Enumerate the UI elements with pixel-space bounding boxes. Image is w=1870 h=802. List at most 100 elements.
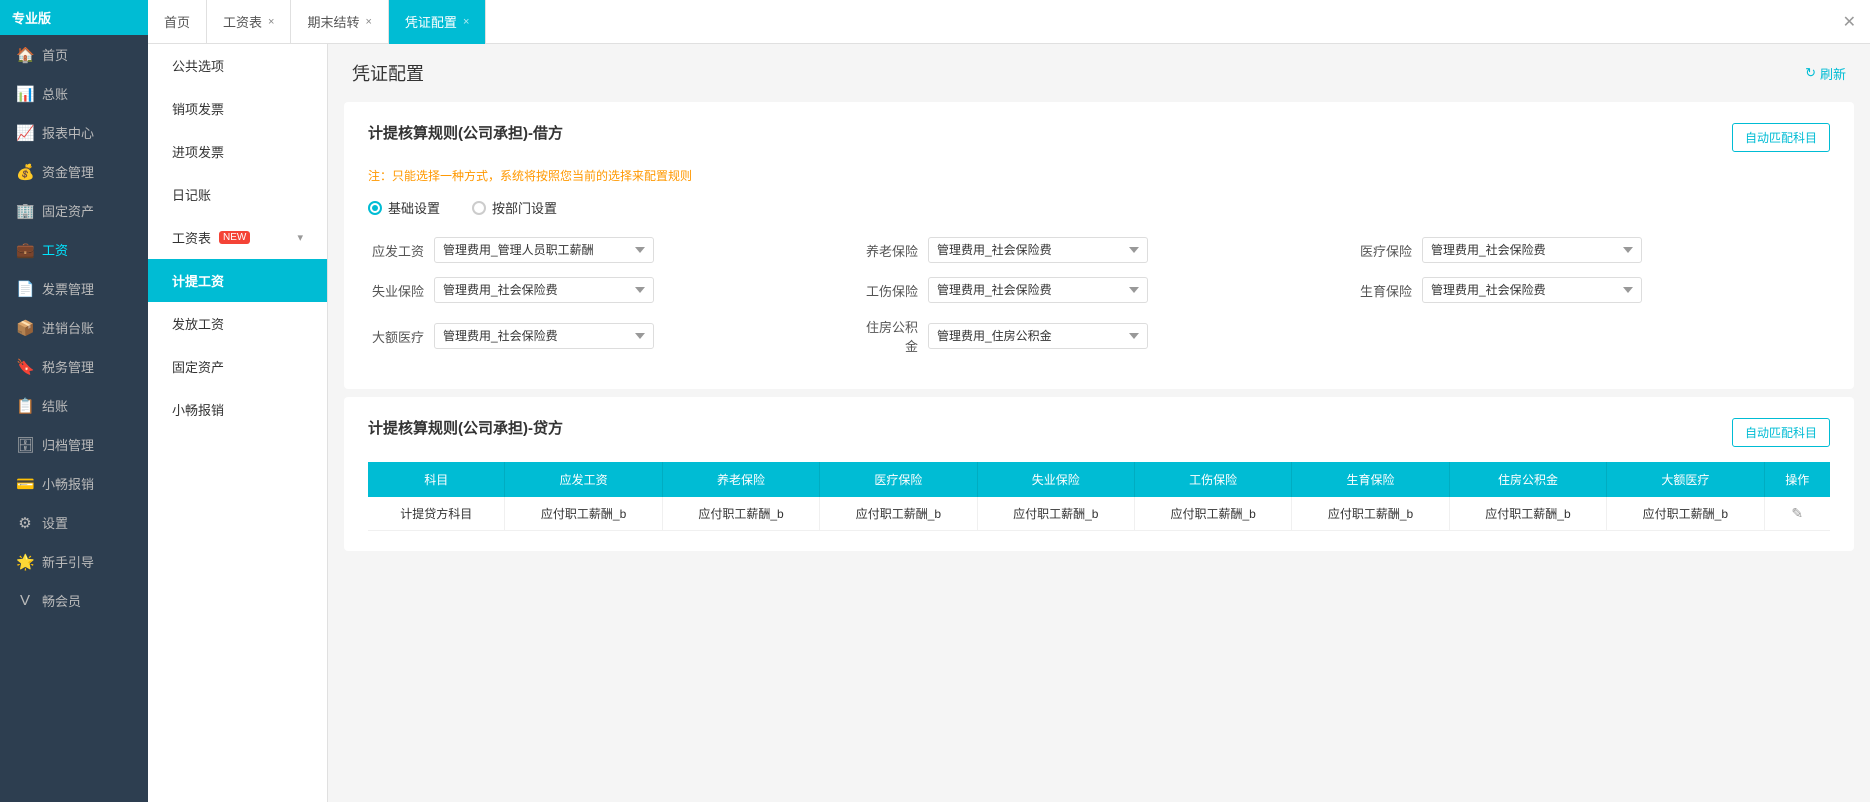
td-yiliao: 应付职工薪酬_b xyxy=(820,497,977,531)
th-yingfa: 应发工资 xyxy=(505,462,662,497)
main-area: 首页 工资表 × 期末结转 × 凭证配置 × ✕ 公共选项 销项发票 进项发票 xyxy=(148,0,1870,802)
tab-voucher-config[interactable]: 凭证配置 × xyxy=(389,0,486,44)
tab-home-label: 首页 xyxy=(164,12,190,31)
radio-department-setting[interactable]: 按部门设置 xyxy=(472,198,557,217)
tab-period-close[interactable]: 期末结转 × xyxy=(291,0,388,44)
sidebar-item-label: 归档管理 xyxy=(42,435,94,454)
field-select-yiliao[interactable]: 管理费用_社会保险费 xyxy=(1422,237,1642,263)
left-nav-purchase-invoice[interactable]: 进项发票 xyxy=(148,130,327,173)
field-shengyu-baoxian: 生育保险 管理费用_社会保险费 xyxy=(1356,277,1830,303)
left-nav-purchase-invoice-label: 进项发票 xyxy=(172,142,224,161)
radio-basic-circle xyxy=(368,201,382,215)
th-shengyu: 生育保险 xyxy=(1292,462,1449,497)
sidebar-item-label: 固定资产 xyxy=(42,201,94,220)
sidebar-item-close[interactable]: 📋 结账 xyxy=(0,386,148,425)
th-subject: 科目 xyxy=(368,462,505,497)
sidebar-item-xiaochang[interactable]: 💳 小畅报销 xyxy=(0,464,148,503)
sidebar-item-member[interactable]: V 畅会员 xyxy=(0,581,148,620)
archive-icon: 🗄 xyxy=(16,436,34,454)
sidebar-item-guide[interactable]: 🌟 新手引导 xyxy=(0,542,148,581)
field-select-gongshang[interactable]: 管理费用_社会保险费 xyxy=(928,277,1148,303)
radio-basic-setting[interactable]: 基础设置 xyxy=(368,198,440,217)
page-body: 公共选项 销项发票 进项发票 日记账 工资表 NEW ▾ 计提工资 发放工资 xyxy=(148,44,1870,802)
field-select-yanglao[interactable]: 管理费用_社会保险费 xyxy=(928,237,1148,263)
left-nav-accrual-salary[interactable]: 计提工资 xyxy=(148,259,327,302)
sidebar-item-label: 结账 xyxy=(42,396,68,415)
left-nav-journal[interactable]: 日记账 xyxy=(148,173,327,216)
sidebar-item-home[interactable]: 🏠 首页 xyxy=(0,35,148,74)
close-all-tabs[interactable]: ✕ xyxy=(1829,12,1870,32)
left-nav-xiaochang-expense[interactable]: 小畅报销 xyxy=(148,388,327,431)
tab-payroll-close[interactable]: × xyxy=(268,16,274,28)
left-nav-sales-invoice-label: 销项发票 xyxy=(172,99,224,118)
td-edit[interactable]: ✎ xyxy=(1764,497,1830,531)
tab-period-close-label: 期末结转 xyxy=(307,12,359,31)
tab-home[interactable]: 首页 xyxy=(148,0,207,44)
th-action: 操作 xyxy=(1764,462,1830,497)
inventory-icon: 📦 xyxy=(16,319,34,337)
sidebar-item-invoices[interactable]: 📄 发票管理 xyxy=(0,269,148,308)
debit-form-row-1: 应发工资 管理费用_管理人员职工薪酬 养老保险 管理费用_社会保险费 医疗保险 xyxy=(368,237,1830,263)
left-nav-payroll-table[interactable]: 工资表 NEW ▾ xyxy=(148,216,327,259)
th-daejia: 大额医疗 xyxy=(1607,462,1764,497)
sidebar-item-salary[interactable]: 💼 工资 xyxy=(0,230,148,269)
new-badge: NEW xyxy=(219,231,250,244)
td-yingfa: 应付职工薪酬_b xyxy=(505,497,662,531)
sidebar: 专业版 🏠 首页 📊 总账 📈 报表中心 💰 资金管理 🏢 固定资产 💼 工资 … xyxy=(0,0,148,802)
credit-auto-match-button[interactable]: 自动匹配科目 xyxy=(1732,418,1830,447)
left-nav-accrual-salary-label: 计提工资 xyxy=(172,271,224,290)
debit-auto-match-button[interactable]: 自动匹配科目 xyxy=(1732,123,1830,152)
tab-period-close-close[interactable]: × xyxy=(365,16,371,28)
left-nav-sales-invoice[interactable]: 销项发票 xyxy=(148,87,327,130)
radio-department-label: 按部门设置 xyxy=(492,198,557,217)
radio-department-circle xyxy=(472,201,486,215)
edit-icon[interactable]: ✎ xyxy=(1791,505,1803,521)
field-select-daejia[interactable]: 管理费用_社会保险费 xyxy=(434,323,654,349)
sidebar-item-archive[interactable]: 🗄 归档管理 xyxy=(0,425,148,464)
sidebar-item-ledger[interactable]: 📊 总账 xyxy=(0,74,148,113)
sidebar-item-label: 设置 xyxy=(42,513,68,532)
left-nav-public-label: 公共选项 xyxy=(172,56,224,75)
sidebar-item-reports[interactable]: 📈 报表中心 xyxy=(0,113,148,152)
field-label-yanglao: 养老保险 xyxy=(862,241,918,260)
invoice-icon: 📄 xyxy=(16,280,34,298)
xiaochang-icon: 💳 xyxy=(16,475,34,493)
field-label-yingfa: 应发工资 xyxy=(368,241,424,260)
refresh-button[interactable]: ↻ 刷新 xyxy=(1805,64,1846,83)
field-select-yingfa[interactable]: 管理费用_管理人员职工薪酬 xyxy=(434,237,654,263)
field-label-daejia: 大额医疗 xyxy=(368,327,424,346)
tab-payroll[interactable]: 工资表 × xyxy=(207,0,291,44)
th-zhufang: 住房公积金 xyxy=(1449,462,1606,497)
left-nav-fixed-assets[interactable]: 固定资产 xyxy=(148,345,327,388)
left-nav-issue-salary[interactable]: 发放工资 xyxy=(148,302,327,345)
assets-icon: 🏢 xyxy=(16,202,34,220)
sidebar-item-tax[interactable]: 🔖 税务管理 xyxy=(0,347,148,386)
field-select-zhufang[interactable]: 管理费用_住房公积金 xyxy=(928,323,1148,349)
sidebar-item-label: 工资 xyxy=(42,240,68,259)
tab-voucher-config-label: 凭证配置 xyxy=(405,12,457,31)
page-header: 凭证配置 ↻ 刷新 xyxy=(328,44,1870,94)
field-select-shengyu[interactable]: 管理费用_社会保险费 xyxy=(1422,277,1642,303)
field-label-shiye: 失业保险 xyxy=(368,281,424,300)
sidebar-item-funds[interactable]: 💰 资金管理 xyxy=(0,152,148,191)
refresh-icon: ↻ xyxy=(1805,65,1816,81)
field-label-zhufang: 住房公积金 xyxy=(862,317,918,355)
sidebar-item-assets[interactable]: 🏢 固定资产 xyxy=(0,191,148,230)
app-name: 专业版 xyxy=(0,0,148,35)
tab-voucher-config-close[interactable]: × xyxy=(463,16,469,28)
credit-section: 计提核算规则(公司承担)-贷方 自动匹配科目 科目 应发工资 养老保险 医疗保险… xyxy=(344,397,1854,551)
sidebar-item-label: 首页 xyxy=(42,45,68,64)
sidebar-item-settings[interactable]: ⚙ 设置 xyxy=(0,503,148,542)
sidebar-item-label: 小畅报销 xyxy=(42,474,94,493)
th-shiye: 失业保险 xyxy=(977,462,1134,497)
sidebar-item-label: 报表中心 xyxy=(42,123,94,142)
td-daejia: 应付职工薪酬_b xyxy=(1607,497,1764,531)
sidebar-item-inventory[interactable]: 📦 进销台账 xyxy=(0,308,148,347)
debit-section: 计提核算规则(公司承担)-借方 自动匹配科目 注：只能选择一种方式，系统将按照您… xyxy=(344,102,1854,389)
reports-icon: 📈 xyxy=(16,124,34,142)
guide-icon: 🌟 xyxy=(16,553,34,571)
left-nav-issue-salary-label: 发放工资 xyxy=(172,314,224,333)
field-select-shiye[interactable]: 管理费用_社会保险费 xyxy=(434,277,654,303)
field-daejia-yiliao: 大额医疗 管理费用_社会保险费 xyxy=(368,323,842,349)
left-nav-public[interactable]: 公共选项 xyxy=(148,44,327,87)
